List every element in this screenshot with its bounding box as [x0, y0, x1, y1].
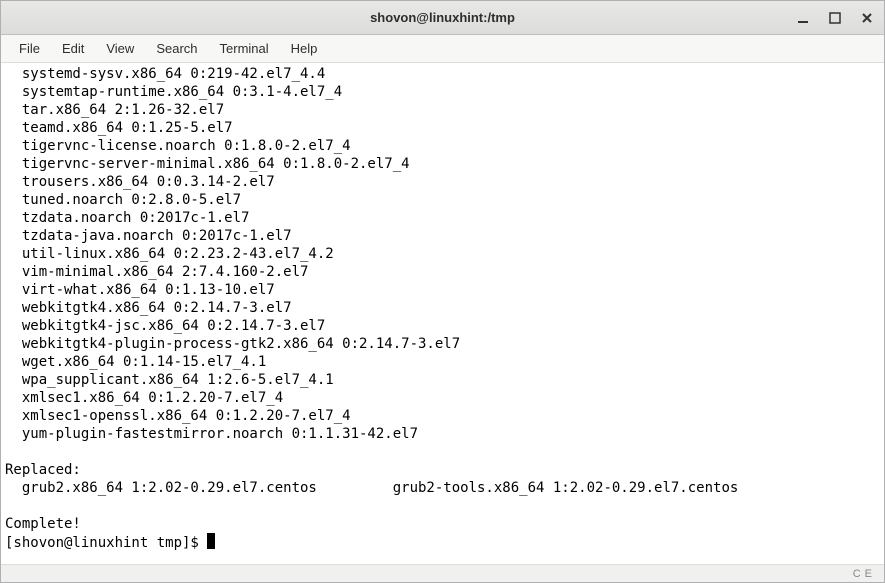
- window-controls: [794, 9, 876, 27]
- menu-file[interactable]: File: [9, 37, 50, 60]
- close-button[interactable]: [858, 9, 876, 27]
- status-indicator: CE: [853, 568, 876, 580]
- maximize-button[interactable]: [826, 9, 844, 27]
- cursor: [207, 533, 215, 549]
- menu-search[interactable]: Search: [146, 37, 207, 60]
- menubar: File Edit View Search Terminal Help: [1, 35, 884, 63]
- titlebar: shovon@linuxhint:/tmp: [1, 1, 884, 35]
- shell-prompt: [shovon@linuxhint tmp]$: [5, 535, 207, 551]
- terminal-window: shovon@linuxhint:/tmp File Edit View Sea…: [0, 0, 885, 583]
- menu-terminal[interactable]: Terminal: [210, 37, 279, 60]
- menu-help[interactable]: Help: [281, 37, 328, 60]
- window-title: shovon@linuxhint:/tmp: [370, 10, 515, 25]
- minimize-button[interactable]: [794, 9, 812, 27]
- statusbar: CE: [1, 564, 884, 582]
- menu-view[interactable]: View: [96, 37, 144, 60]
- terminal-output[interactable]: systemd-sysv.x86_64 0:219-42.el7_4.4 sys…: [1, 63, 884, 564]
- menu-edit[interactable]: Edit: [52, 37, 94, 60]
